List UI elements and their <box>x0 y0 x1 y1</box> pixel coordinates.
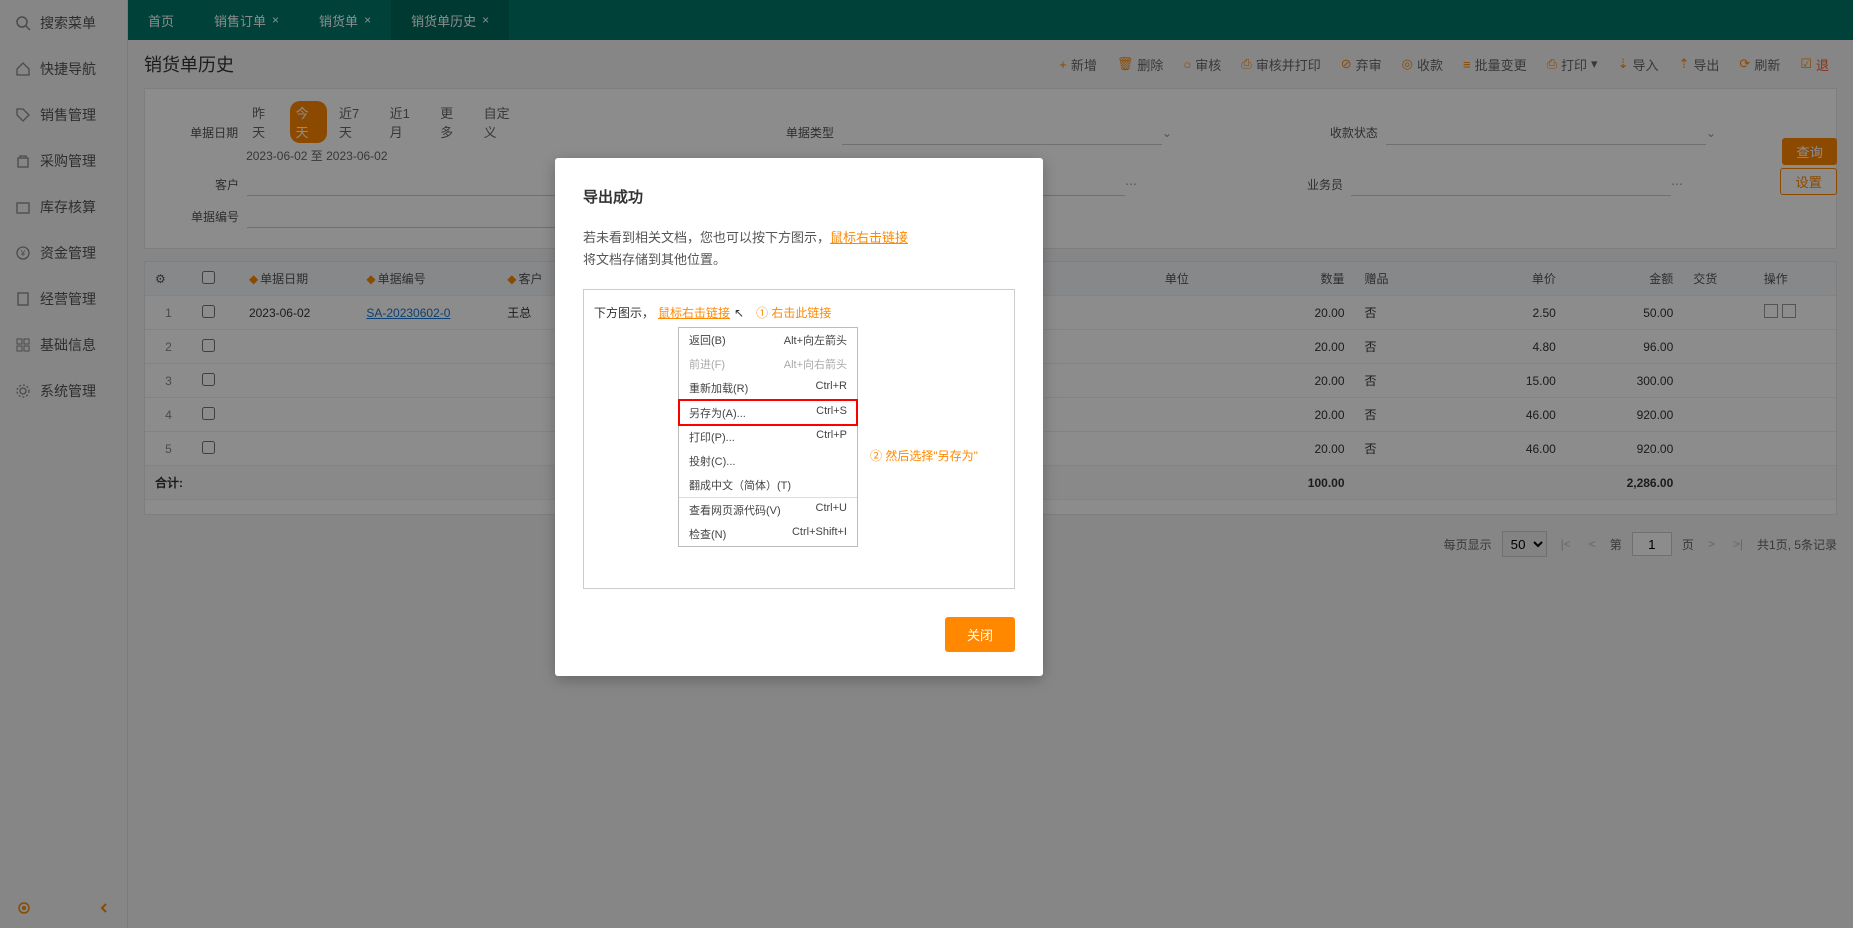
context-menu-item: 检查(N)Ctrl+Shift+I <box>679 522 857 546</box>
context-menu-item: 另存为(A)...Ctrl+S <box>679 400 857 425</box>
context-menu-item: 重新加载(R)Ctrl+R <box>679 376 857 400</box>
cursor-icon: ↖ <box>734 306 744 320</box>
context-menu-item: 翻成中文（简体）(T) <box>679 473 857 497</box>
modal-title: 导出成功 <box>583 186 1015 207</box>
right-click-link[interactable]: 鼠标右击链接 <box>830 230 908 245</box>
context-menu-illustration: 返回(B)Alt+向左箭头前进(F)Alt+向右箭头重新加载(R)Ctrl+R另… <box>678 327 858 547</box>
modal-close-button[interactable]: 关闭 <box>945 617 1015 652</box>
hint-1: ① 右击此链接 <box>756 304 831 321</box>
context-menu-item: 查看网页源代码(V)Ctrl+U <box>679 497 857 522</box>
tip-link: 鼠标右击链接 <box>658 304 730 321</box>
context-menu-item: 投射(C)... <box>679 449 857 473</box>
tips-box: 下方图示， 鼠标右击链接 ↖ ① 右击此链接 返回(B)Alt+向左箭头前进(F… <box>583 289 1015 589</box>
tip-prefix: 下方图示， <box>594 304 654 321</box>
hint-2: ② 然后选择"另存为" <box>870 447 1280 464</box>
context-menu-item: 前进(F)Alt+向右箭头 <box>679 352 857 376</box>
export-success-modal: 导出成功 若未看到相关文档，您也可以按下方图示，鼠标右击链接 将文档存储到其他位… <box>555 158 1043 676</box>
modal-text: 若未看到相关文档，您也可以按下方图示，鼠标右击链接 将文档存储到其他位置。 <box>583 227 1015 271</box>
context-menu-item: 打印(P)...Ctrl+P <box>679 425 857 449</box>
context-menu-item: 返回(B)Alt+向左箭头 <box>679 328 857 352</box>
